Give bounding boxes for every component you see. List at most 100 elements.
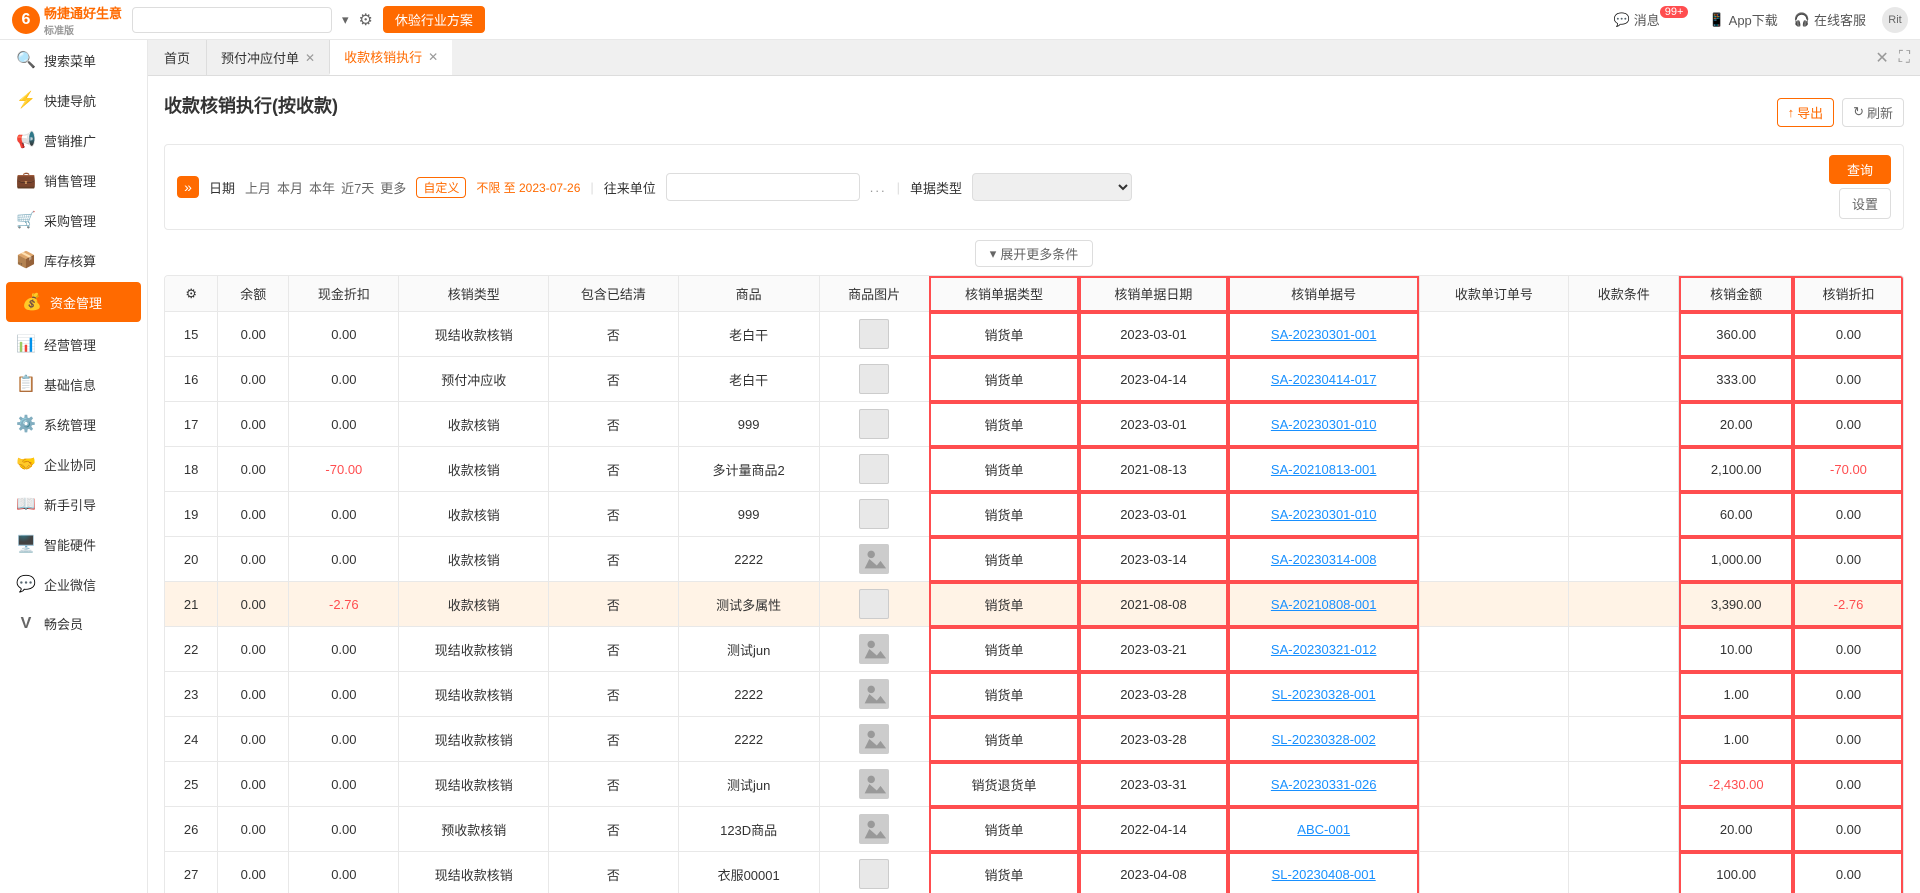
sidebar-item-inventory[interactable]: 📦 库存核算	[0, 240, 147, 280]
cell-goods: 老白干	[678, 357, 819, 402]
filter-thisyear-btn[interactable]: 本年	[309, 178, 335, 197]
filter-lastmonth-btn[interactable]: 上月	[245, 178, 271, 197]
cell-voucher-no[interactable]: SL-20230408-001	[1228, 852, 1419, 893]
tab-expand-icon[interactable]: ⛶	[1899, 49, 1910, 67]
filter-7days-btn[interactable]: 近7天	[341, 178, 374, 197]
partner-dots: ...	[870, 180, 887, 195]
sidebar-item-quicknav[interactable]: ⚡ 快捷导航	[0, 80, 147, 120]
notifications-item[interactable]: 💬 消息 99+	[1614, 10, 1693, 29]
filter-bar: » 日期 上月 本月 本年 近7天 更多 自定义 不限 至 2023-07-26…	[164, 144, 1904, 230]
cell-amount: 60.00	[1679, 492, 1794, 537]
cell-voucher-no[interactable]: SL-20230328-002	[1228, 717, 1419, 762]
refresh-button[interactable]: ↻ 刷新	[1842, 98, 1904, 127]
online-service-item[interactable]: 🎧 在线客服	[1794, 10, 1866, 29]
cell-voucher-no[interactable]: SA-20210808-001	[1228, 582, 1419, 627]
cell-amount: 100.00	[1679, 852, 1794, 893]
cell-num: 26	[165, 807, 218, 852]
sidebar-item-marketing[interactable]: 📢 营销推广	[0, 120, 147, 160]
cell-cash-discount: 0.00	[289, 312, 399, 357]
cell-goods-img	[819, 492, 929, 537]
sidebar-item-search[interactable]: 🔍 搜索菜单	[0, 40, 147, 80]
cell-voucher-no[interactable]: SL-20230328-001	[1228, 672, 1419, 717]
cell-discount: 0.00	[1793, 537, 1903, 582]
cell-balance: 0.00	[218, 627, 289, 672]
filter-expand-button[interactable]: »	[177, 176, 199, 198]
cooperation-icon: 🤝	[16, 454, 36, 474]
app-download-item[interactable]: 📱 App下载	[1708, 10, 1777, 29]
voucher-type-select[interactable]	[972, 173, 1132, 201]
cell-amount: 333.00	[1679, 357, 1794, 402]
cell-settled: 否	[548, 807, 678, 852]
cell-balance: 0.00	[218, 717, 289, 762]
tab-receipts[interactable]: 收款核销执行 ✕	[329, 40, 452, 75]
cell-voucher-date: 2023-03-01	[1079, 492, 1228, 537]
sidebar-item-sales[interactable]: 💼 销售管理	[0, 160, 147, 200]
partner-input[interactable]	[666, 173, 860, 201]
cell-goods: 多计量商品2	[678, 447, 819, 492]
tab-prepay[interactable]: 预付冲应付单 ✕	[206, 40, 329, 75]
cell-voucher-no[interactable]: SA-20230331-026	[1228, 762, 1419, 807]
tab-prepay-close-icon[interactable]: ✕	[305, 51, 315, 65]
dropdown-arrow-icon[interactable]: ▾	[342, 12, 349, 28]
cell-payment-term	[1569, 717, 1679, 762]
sidebar-label-marketing: 营销推广	[44, 131, 96, 150]
settings-icon[interactable]: ⚙	[359, 10, 373, 30]
user-item[interactable]: Rit	[1882, 7, 1908, 33]
sidebar-item-wechat[interactable]: 💬 企业微信	[0, 564, 147, 604]
expand-more-icon: ▾	[990, 246, 997, 262]
cell-voucher-no[interactable]: ABC-001	[1228, 807, 1419, 852]
page-title: 收款核销执行(按收款)	[164, 92, 338, 118]
table-wrapper: ⚙ 余额 现金折扣 核销类型 包含已结清 商品 商品图片 核销单据类型 核销单据…	[164, 275, 1904, 893]
cell-payment-term	[1569, 312, 1679, 357]
cell-voucher-no[interactable]: SA-20210813-001	[1228, 447, 1419, 492]
cell-goods: 999	[678, 402, 819, 447]
sidebar-item-basic[interactable]: 📋 基础信息	[0, 364, 147, 404]
cell-voucher-no[interactable]: SA-20230414-017	[1228, 357, 1419, 402]
filter-thismonth-btn[interactable]: 本月	[277, 178, 303, 197]
cell-voucher-no[interactable]: SA-20230321-012	[1228, 627, 1419, 672]
filter-custom-button[interactable]: 自定义	[416, 177, 466, 198]
query-button[interactable]: 查询	[1829, 155, 1891, 184]
sidebar-label-purchase: 采购管理	[44, 211, 96, 230]
filter-more-btn[interactable]: 更多	[380, 178, 406, 197]
search-menu-icon: 🔍	[16, 50, 36, 70]
cell-num: 20	[165, 537, 218, 582]
cell-payment-term	[1569, 807, 1679, 852]
cell-voucher-no[interactable]: SA-20230314-008	[1228, 537, 1419, 582]
expand-more-button[interactable]: ▾ 展开更多条件	[975, 240, 1094, 267]
sidebar-item-purchase[interactable]: 🛒 采购管理	[0, 200, 147, 240]
settings-filter-button[interactable]: 设置	[1839, 188, 1891, 219]
sidebar-item-system[interactable]: ⚙️ 系统管理	[0, 404, 147, 444]
table-row: 26 0.00 0.00 预收款核销 否 123D商品 销货单 2022-04-…	[165, 807, 1903, 852]
sidebar-item-operations[interactable]: 📊 经营管理	[0, 324, 147, 364]
cell-goods-img	[819, 672, 929, 717]
export-button[interactable]: ↑ 导出	[1777, 98, 1835, 127]
sidebar-item-cooperation[interactable]: 🤝 企业协同	[0, 444, 147, 484]
cell-voucher-date: 2023-03-21	[1079, 627, 1228, 672]
top-bar: 6 畅捷通好生意 标准版 ▾ ⚙ 休验行业方案 💬 消息 99+ 📱 App下载…	[0, 0, 1920, 40]
system-icon: ⚙️	[16, 414, 36, 434]
th-gear[interactable]: ⚙	[165, 276, 218, 312]
tab-receipts-close-icon[interactable]: ✕	[428, 50, 438, 64]
cell-voucher-type: 销货单	[929, 582, 1078, 627]
sidebar-item-guide[interactable]: 📖 新手引导	[0, 484, 147, 524]
tab-home[interactable]: 首页	[148, 40, 206, 75]
cell-num: 25	[165, 762, 218, 807]
cell-type: 收款核销	[399, 402, 548, 447]
filter-date-range: 不限 至 2023-07-26	[476, 179, 580, 196]
tab-close-window-icon[interactable]: ✕	[1875, 48, 1888, 68]
cell-voucher-no[interactable]: SA-20230301-001	[1228, 312, 1419, 357]
cell-voucher-no[interactable]: SA-20230301-010	[1228, 402, 1419, 447]
industry-button[interactable]: 休验行业方案	[383, 6, 485, 33]
avatar: Rit	[1882, 7, 1908, 33]
sidebar-item-finance[interactable]: 💰 资金管理	[6, 282, 141, 322]
cell-voucher-date: 2021-08-08	[1079, 582, 1228, 627]
sidebar-item-hardware[interactable]: 🖥️ 智能硬件	[0, 524, 147, 564]
table-row: 20 0.00 0.00 收款核销 否 2222 销货单 2023-03-14 …	[165, 537, 1903, 582]
cell-balance: 0.00	[218, 312, 289, 357]
cell-num: 24	[165, 717, 218, 762]
cell-voucher-no[interactable]: SA-20230301-010	[1228, 492, 1419, 537]
search-input[interactable]	[132, 7, 332, 33]
sidebar-item-member[interactable]: V 畅会员	[0, 604, 147, 643]
sidebar-label-wechat: 企业微信	[44, 575, 96, 594]
